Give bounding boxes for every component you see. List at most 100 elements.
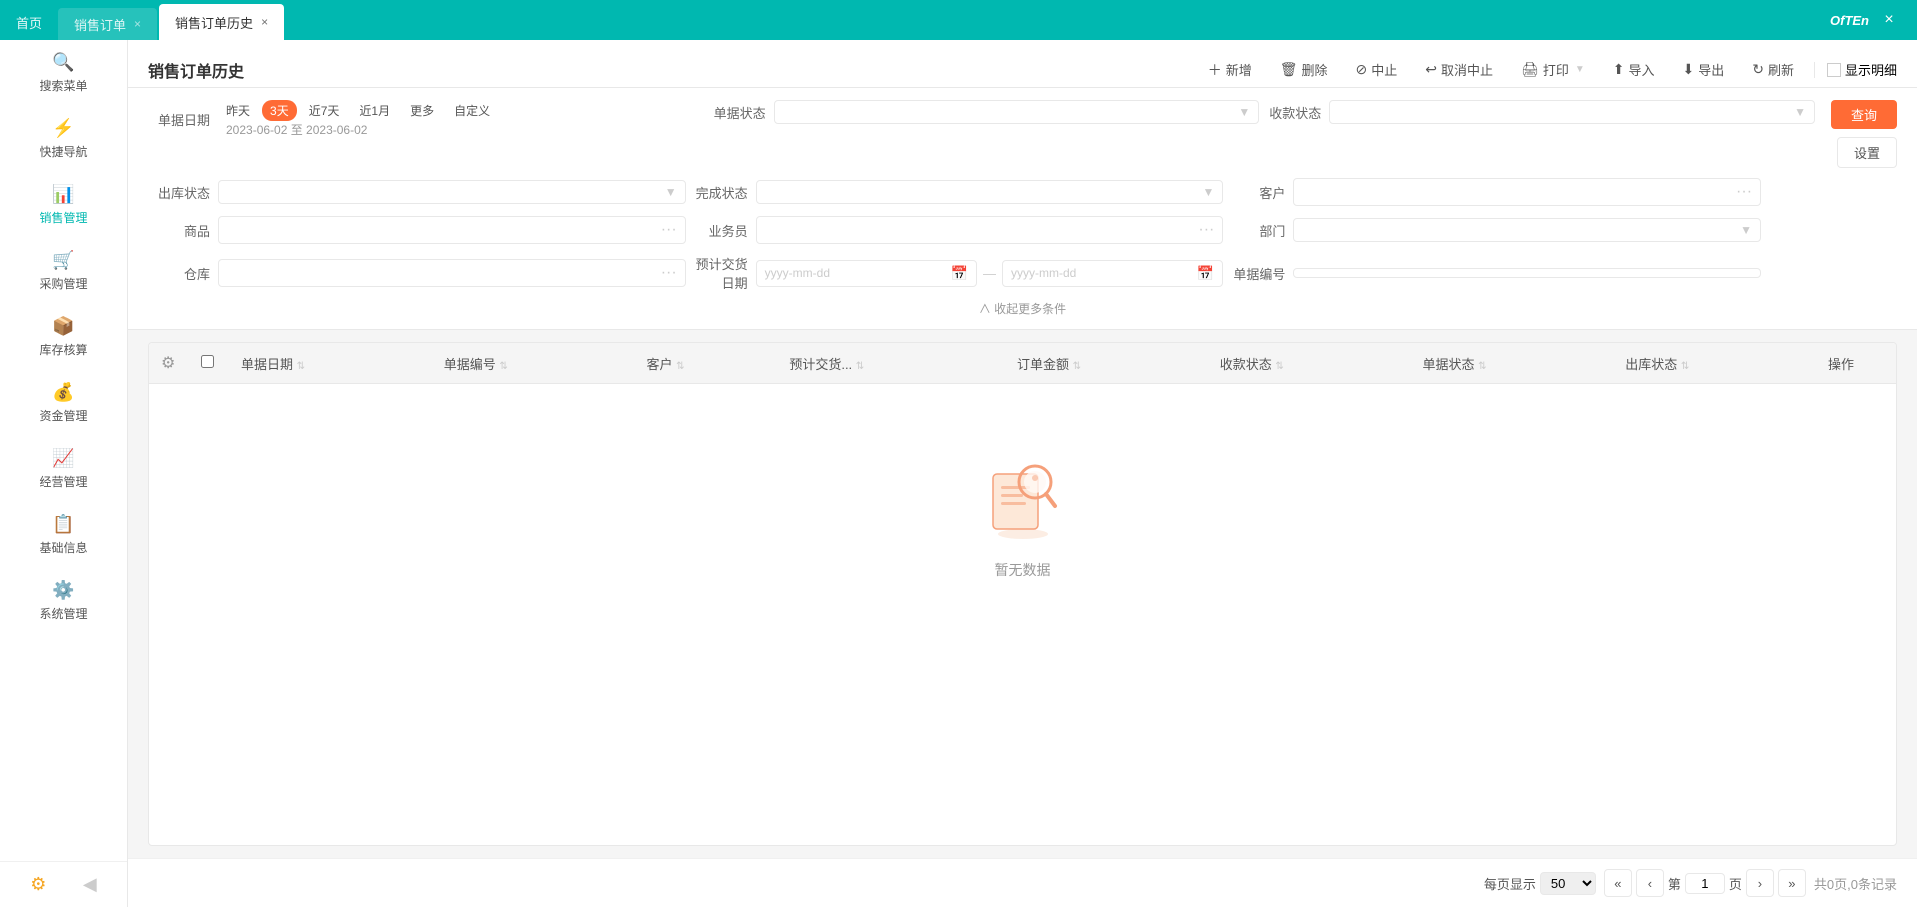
date-from-icon: 📅: [951, 265, 968, 282]
col-number-sort-icon[interactable]: ⇅: [499, 361, 507, 372]
next-page-button[interactable]: ›: [1746, 869, 1774, 897]
toolbar-divider: [1814, 62, 1815, 78]
table-settings-header: ⚙: [149, 343, 189, 384]
salesperson-label: 业务员: [686, 221, 756, 240]
col-amount-sort-icon[interactable]: ⇅: [1073, 361, 1081, 372]
expected-date-from[interactable]: yyyy-mm-dd 📅: [756, 260, 977, 287]
customer-dots[interactable]: ···: [1736, 183, 1752, 201]
order-number-input[interactable]: [1293, 268, 1761, 278]
page-number-input[interactable]: [1685, 873, 1725, 894]
main-layout: 🔍 搜索菜单 ⚡ 快捷导航 📊 销售管理 🛒 采购管理 📦 库存核算 💰: [0, 40, 1917, 907]
stop-icon: ⊘: [1356, 61, 1368, 78]
cancel-stop-button[interactable]: ↩ 取消中止: [1417, 56, 1501, 83]
date-btn-7days[interactable]: 近7天: [301, 100, 348, 121]
sidebar-item-search-menu[interactable]: 🔍 搜索菜单: [0, 40, 127, 106]
col-amount-label: 订单金额: [1017, 357, 1069, 372]
col-date-label: 单据日期: [241, 357, 293, 372]
sidebar-item-operations[interactable]: 📈 经营管理: [0, 436, 127, 502]
sidebar-item-purchase-mgmt[interactable]: 🛒 采购管理: [0, 238, 127, 304]
table-settings-icon[interactable]: ⚙: [161, 355, 175, 372]
query-button[interactable]: 查询: [1831, 100, 1897, 129]
display-toggle[interactable]: 显示明细: [1827, 60, 1897, 79]
tab-sales-history[interactable]: 销售订单历史 ×: [159, 4, 284, 40]
department-select[interactable]: ▼: [1293, 218, 1761, 242]
date-btn-3days[interactable]: 3天: [262, 100, 297, 121]
order-status-select[interactable]: ▼: [774, 100, 1260, 124]
warehouse-label: 仓库: [148, 264, 218, 283]
page-size-label: 每页显示: [1484, 874, 1536, 893]
payment-status-select[interactable]: ▼: [1329, 100, 1815, 124]
sidebar-menu: 🔍 搜索菜单 ⚡ 快捷导航 📊 销售管理 🛒 采购管理 📦 库存核算 💰: [0, 40, 127, 861]
date-btn-more[interactable]: 更多: [402, 100, 442, 121]
expected-date-to[interactable]: yyyy-mm-dd 📅: [1002, 260, 1223, 287]
cancel-stop-icon: ↩: [1425, 61, 1437, 78]
table-checkbox-header: [189, 343, 229, 384]
col-delivery-status-sort-icon[interactable]: ⇅: [1681, 361, 1689, 372]
complete-status-label: 完成状态: [686, 183, 756, 202]
display-toggle-checkbox[interactable]: [1827, 63, 1841, 77]
stop-button[interactable]: ⊘ 中止: [1348, 56, 1406, 83]
date-btn-1month[interactable]: 近1月: [351, 100, 398, 121]
date-btn-today[interactable]: 昨天: [218, 100, 258, 121]
tab-sales-order-label: 销售订单: [74, 15, 126, 34]
sidebar-item-sys-mgmt[interactable]: ⚙️ 系统管理: [0, 568, 127, 634]
inventory-icon: 📦: [52, 316, 74, 337]
sidebar-item-inventory[interactable]: 📦 库存核算: [0, 304, 127, 370]
add-button[interactable]: ＋ 新增: [1200, 56, 1260, 84]
first-page-button[interactable]: «: [1604, 869, 1632, 897]
collapse-bar: ∧ 收起更多条件: [148, 300, 1897, 317]
date-btn-custom[interactable]: 自定义: [446, 100, 498, 121]
search-menu-icon: 🔍: [52, 52, 74, 73]
last-page-button[interactable]: »: [1778, 869, 1806, 897]
col-customer-sort-icon[interactable]: ⇅: [676, 361, 684, 372]
warehouse-dots[interactable]: ···: [661, 264, 677, 282]
col-payment-status-sort-icon[interactable]: ⇅: [1275, 361, 1283, 372]
sidebar-item-sales-mgmt-label: 销售管理: [39, 209, 87, 226]
product-label: 商品: [148, 221, 218, 240]
empty-text: 暂无数据: [995, 560, 1051, 580]
col-operation: 操作: [1816, 343, 1896, 384]
sidebar: 🔍 搜索菜单 ⚡ 快捷导航 📊 销售管理 🛒 采购管理 📦 库存核算 💰: [0, 40, 128, 907]
export-button[interactable]: ⬇ 导出: [1674, 56, 1732, 83]
date-label: 单据日期: [148, 110, 218, 129]
delivery-status-label: 出库状态: [148, 183, 218, 202]
top-close-button[interactable]: ×: [1877, 8, 1901, 32]
salesperson-dots[interactable]: ···: [1198, 221, 1214, 239]
prev-page-button[interactable]: ‹: [1636, 869, 1664, 897]
delete-button[interactable]: 🗑 删除: [1272, 56, 1336, 83]
sidebar-collapse-icon[interactable]: ◀: [83, 874, 97, 895]
brand-label: OfTEn: [1830, 13, 1869, 28]
collapse-button[interactable]: ∧ 收起更多条件: [979, 302, 1066, 316]
settings-button[interactable]: 设置: [1837, 137, 1897, 168]
date-quick-btns: 昨天 3天 近7天 近1月 更多 自定义: [218, 100, 498, 121]
delivery-status-select[interactable]: ▼: [218, 180, 686, 204]
pagination: 每页显示 50 10 20 100 « ‹ 第 页 › » 共0页,0条记录: [128, 858, 1917, 907]
sidebar-item-operations-label: 经营管理: [39, 473, 87, 490]
tab-sales-order-close[interactable]: ×: [134, 17, 141, 31]
complete-status-select[interactable]: ▼: [756, 180, 1224, 204]
select-all-checkbox[interactable]: [201, 355, 214, 368]
tab-sales-order[interactable]: 销售订单 ×: [58, 8, 157, 40]
col-payment-status: 收款状态 ⇅: [1208, 343, 1411, 384]
tab-sales-history-close[interactable]: ×: [261, 15, 268, 29]
cancel-stop-label: 取消中止: [1441, 60, 1493, 79]
sidebar-item-quick-nav[interactable]: ⚡ 快捷导航: [0, 106, 127, 172]
col-amount: 订单金额 ⇅: [1005, 343, 1208, 384]
import-button[interactable]: ⬆ 导入: [1605, 56, 1663, 83]
product-dots[interactable]: ···: [661, 221, 677, 239]
tab-home[interactable]: 首页: [0, 4, 58, 40]
page-size-dropdown[interactable]: 50 10 20 100: [1540, 872, 1596, 895]
print-button[interactable]: 🖨 打印 ▼: [1513, 56, 1593, 83]
sidebar-settings-icon[interactable]: ⚙: [30, 874, 46, 895]
expected-date-from-text: yyyy-mm-dd: [765, 266, 830, 280]
refresh-button[interactable]: ↻ 刷新: [1744, 56, 1802, 83]
sidebar-item-basic-info[interactable]: 📋 基础信息: [0, 502, 127, 568]
col-expected-date-sort-icon[interactable]: ⇅: [856, 361, 864, 372]
col-date-sort-icon[interactable]: ⇅: [297, 361, 305, 372]
import-label: 导入: [1628, 60, 1654, 79]
sidebar-item-sales-mgmt[interactable]: 📊 销售管理: [0, 172, 127, 238]
sidebar-item-finance[interactable]: 💰 资金管理: [0, 370, 127, 436]
col-order-status-sort-icon[interactable]: ⇅: [1478, 361, 1486, 372]
filter-area: 单据日期 昨天 3天 近7天 近1月 更多 自定义 2023-06-02 至 2…: [128, 88, 1917, 330]
top-bar-right: OfTEn ×: [1830, 8, 1917, 32]
